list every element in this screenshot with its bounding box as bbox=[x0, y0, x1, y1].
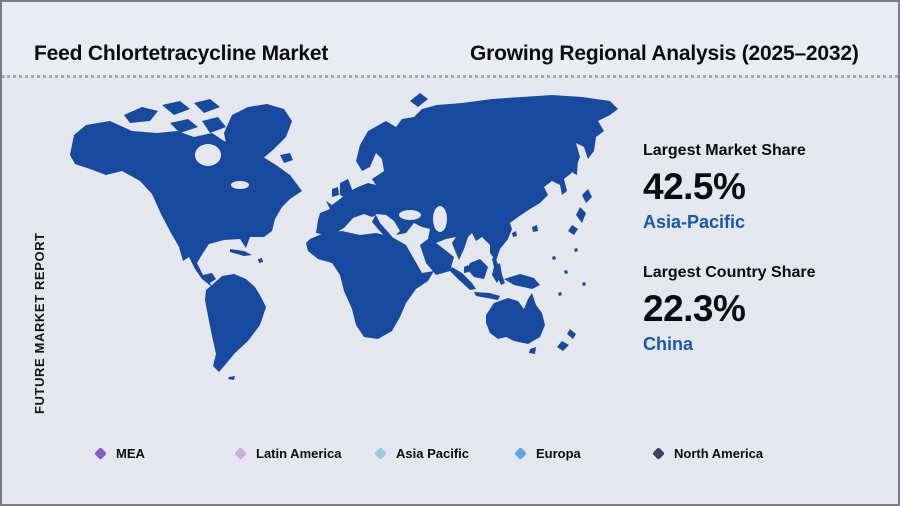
north-america-dot-icon bbox=[652, 447, 665, 460]
market-share-value: 42.5% bbox=[643, 166, 746, 207]
market-share-label: Largest Market Share bbox=[643, 142, 806, 159]
dotted-separator bbox=[2, 75, 898, 78]
legend-label: Latin America bbox=[256, 446, 342, 461]
continent-africa bbox=[306, 231, 434, 339]
continent-australia bbox=[486, 293, 545, 344]
legend-label: MEA bbox=[116, 446, 145, 461]
world-map-image bbox=[70, 93, 618, 380]
legend-item-europa: Europa bbox=[514, 446, 581, 461]
legend-item-north-america: North America bbox=[652, 446, 764, 461]
market-share-stat: Largest Market Share 42.5% Asia-Pacific bbox=[643, 142, 883, 233]
black-sea bbox=[399, 210, 421, 220]
caspian-sea bbox=[433, 206, 447, 232]
legend: MEA Latin America Asia Pacific Europa No… bbox=[2, 446, 898, 472]
asia-pacific-dot-icon bbox=[374, 447, 387, 460]
mea-dot-icon bbox=[94, 447, 107, 460]
analysis-title: Growing Regional Analysis (2025–2032) bbox=[470, 42, 859, 65]
legend-label: Europa bbox=[536, 446, 581, 461]
brand-watermark: FUTURE MARKET REPORT bbox=[32, 232, 47, 414]
legend-item-mea: MEA bbox=[94, 446, 145, 461]
latin-america-dot-icon bbox=[234, 447, 247, 460]
legend-item-latin-america: Latin America bbox=[234, 446, 342, 461]
legend-label: Asia Pacific bbox=[396, 446, 469, 461]
country-share-region: China bbox=[643, 334, 694, 354]
market-share-region: Asia-Pacific bbox=[643, 212, 746, 232]
infographic-frame: Feed Chlortetracycline Market Growing Re… bbox=[0, 0, 900, 506]
country-share-value: 22.3% bbox=[643, 288, 746, 329]
hudson-bay bbox=[195, 144, 221, 166]
continent-south-america bbox=[205, 274, 266, 372]
legend-item-asia-pacific: Asia Pacific bbox=[374, 446, 469, 461]
legend-label: North America bbox=[674, 446, 764, 461]
page-title: Feed Chlortetracycline Market bbox=[34, 42, 329, 65]
europa-dot-icon bbox=[514, 447, 527, 460]
country-share-label: Largest Country Share bbox=[643, 264, 816, 281]
country-share-stat: Largest Country Share 22.3% China bbox=[643, 264, 883, 355]
great-lakes bbox=[231, 181, 249, 189]
